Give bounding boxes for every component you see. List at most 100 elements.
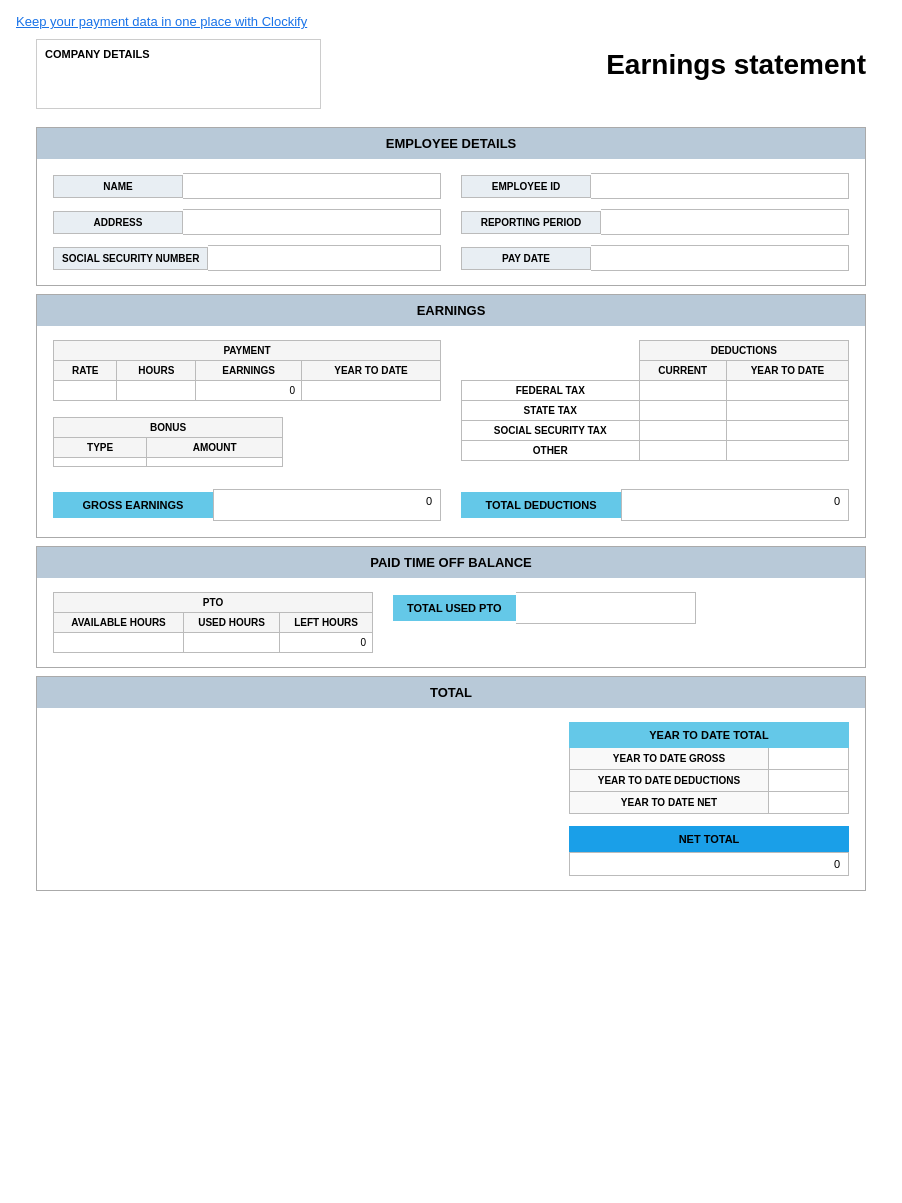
name-input[interactable] xyxy=(183,173,441,199)
deduction-federal-label: FEDERAL TAX xyxy=(462,381,640,401)
total-deductions-value: 0 xyxy=(621,489,849,521)
ytd-deductions-row: YEAR TO DATE DEDUCTIONS xyxy=(569,770,849,792)
bonus-table: BONUS TYPE AMOUNT xyxy=(53,417,283,467)
earnings-body: PAYMENT RATE HOURS EARNINGS YEAR TO DATE xyxy=(37,326,865,481)
deduction-other-current xyxy=(639,441,726,461)
ytd-total-block: YEAR TO DATE TOTAL YEAR TO DATE GROSS YE… xyxy=(569,722,849,814)
page-title: Earnings statement xyxy=(606,39,866,81)
pto-section: PAID TIME OFF BALANCE PTO AVAILABLE HOUR… xyxy=(36,546,866,668)
deduction-ss-current xyxy=(639,421,726,441)
ytd-net-row: YEAR TO DATE NET xyxy=(569,792,849,814)
clockify-link[interactable]: Keep your payment data in one place with… xyxy=(16,14,307,29)
total-used-pto-value xyxy=(516,592,696,624)
payment-table-row: 0 xyxy=(54,381,441,401)
ytd-deductions-label: YEAR TO DATE DEDUCTIONS xyxy=(569,770,769,792)
pto-left-cell: 0 xyxy=(280,633,373,653)
deductions-table-header: DEDUCTIONS xyxy=(639,341,848,361)
pto-body: PTO AVAILABLE HOURS USED HOURS LEFT HOUR… xyxy=(37,578,865,667)
deduction-other-label: OTHER xyxy=(462,441,640,461)
pto-right: TOTAL USED PTO xyxy=(393,592,849,624)
net-total-value: 0 xyxy=(569,852,849,876)
ytd-net-label: YEAR TO DATE NET xyxy=(569,792,769,814)
deductions-col-ytd: YEAR TO DATE xyxy=(726,361,848,381)
payment-hours-cell xyxy=(117,381,196,401)
earnings-right: DEDUCTIONS CURRENT YEAR TO DATE FEDERAL … xyxy=(461,340,849,467)
payment-col-rate: RATE xyxy=(54,361,117,381)
bonus-col-amount: AMOUNT xyxy=(147,438,283,458)
net-total-block: NET TOTAL 0 xyxy=(569,826,849,876)
net-total-header: NET TOTAL xyxy=(569,826,849,852)
earnings-totals-row: GROSS EARNINGS 0 TOTAL DEDUCTIONS 0 xyxy=(37,481,865,537)
payment-ytd-cell xyxy=(301,381,440,401)
bonus-table-header: BONUS xyxy=(54,418,283,438)
payment-earnings-cell: 0 xyxy=(196,381,302,401)
reporting-period-input[interactable] xyxy=(601,209,849,235)
pay-date-label: PAY DATE xyxy=(461,247,591,270)
pay-date-field-row: PAY DATE xyxy=(461,245,849,271)
deduction-other-ytd xyxy=(726,441,848,461)
deduction-other-row: OTHER xyxy=(462,441,849,461)
total-left xyxy=(53,722,569,876)
reporting-period-field-row: REPORTING PERIOD xyxy=(461,209,849,235)
total-right: YEAR TO DATE TOTAL YEAR TO DATE GROSS YE… xyxy=(569,722,849,876)
address-label: ADDRESS xyxy=(53,211,183,234)
company-box: COMPANY DETAILS xyxy=(36,39,321,109)
pto-table: PTO AVAILABLE HOURS USED HOURS LEFT HOUR… xyxy=(53,592,373,653)
deduction-federal-current xyxy=(639,381,726,401)
total-section: TOTAL YEAR TO DATE TOTAL YEAR TO DATE GR… xyxy=(36,676,866,891)
payment-col-ytd: YEAR TO DATE xyxy=(301,361,440,381)
deduction-ss-row: SOCIAL SECURITY TAX xyxy=(462,421,849,441)
total-body: YEAR TO DATE TOTAL YEAR TO DATE GROSS YE… xyxy=(37,708,865,890)
ssn-field-row: SOCIAL SECURITY NUMBER xyxy=(53,245,441,271)
bonus-col-type: TYPE xyxy=(54,438,147,458)
total-used-pto-label: TOTAL USED PTO xyxy=(393,595,516,621)
earnings-section: EARNINGS PAYMENT RATE HOURS EARNINGS YEA… xyxy=(36,294,866,538)
employee-fields-right: EMPLOYEE ID REPORTING PERIOD PAY DATE xyxy=(461,173,849,271)
earnings-section-header: EARNINGS xyxy=(37,295,865,326)
pto-total-wrapper: TOTAL USED PTO xyxy=(393,592,696,624)
deduction-state-current xyxy=(639,401,726,421)
total-deductions-wrapper: TOTAL DEDUCTIONS 0 xyxy=(461,489,849,521)
pto-left: PTO AVAILABLE HOURS USED HOURS LEFT HOUR… xyxy=(53,592,373,653)
employee-fields-left: NAME ADDRESS SOCIAL SECURITY NUMBER xyxy=(53,173,441,271)
pto-col-left: LEFT HOURS xyxy=(280,613,373,633)
pto-available-cell xyxy=(54,633,184,653)
pto-used-cell xyxy=(183,633,279,653)
pto-col-available: AVAILABLE HOURS xyxy=(54,613,184,633)
deduction-federal-ytd xyxy=(726,381,848,401)
employee-id-input[interactable] xyxy=(591,173,849,199)
ytd-net-value xyxy=(769,792,849,814)
payment-table-header: PAYMENT xyxy=(54,341,441,361)
ytd-gross-row: YEAR TO DATE GROSS xyxy=(569,748,849,770)
pto-table-header: PTO xyxy=(54,593,373,613)
bonus-type-cell xyxy=(54,458,147,467)
gross-earnings-label: GROSS EARNINGS xyxy=(53,492,213,518)
top-link-wrapper: Keep your payment data in one place with… xyxy=(0,0,902,39)
ytd-total-header: YEAR TO DATE TOTAL xyxy=(569,722,849,748)
gross-earnings-wrapper: GROSS EARNINGS 0 xyxy=(53,489,441,521)
bonus-amount-cell xyxy=(147,458,283,467)
total-deductions-label: TOTAL DEDUCTIONS xyxy=(461,492,621,518)
header-section: COMPANY DETAILS Earnings statement xyxy=(36,39,866,109)
ssn-label: SOCIAL SECURITY NUMBER xyxy=(53,247,208,270)
ssn-input[interactable] xyxy=(208,245,441,271)
bonus-table-row xyxy=(54,458,283,467)
payment-col-earnings: EARNINGS xyxy=(196,361,302,381)
gross-earnings-value: 0 xyxy=(213,489,441,521)
address-input[interactable] xyxy=(183,209,441,235)
total-section-header: TOTAL xyxy=(37,677,865,708)
deduction-state-ytd xyxy=(726,401,848,421)
deduction-state-label: STATE TAX xyxy=(462,401,640,421)
payment-rate-cell xyxy=(54,381,117,401)
pay-date-input[interactable] xyxy=(591,245,849,271)
address-field-row: ADDRESS xyxy=(53,209,441,235)
employee-id-label: EMPLOYEE ID xyxy=(461,175,591,198)
deduction-federal-row: FEDERAL TAX xyxy=(462,381,849,401)
deductions-table: DEDUCTIONS CURRENT YEAR TO DATE FEDERAL … xyxy=(461,340,849,461)
deduction-ss-label: SOCIAL SECURITY TAX xyxy=(462,421,640,441)
deduction-state-row: STATE TAX xyxy=(462,401,849,421)
deduction-ss-ytd xyxy=(726,421,848,441)
employee-grid: NAME ADDRESS SOCIAL SECURITY NUMBER EMPL… xyxy=(37,159,865,285)
employee-id-field-row: EMPLOYEE ID xyxy=(461,173,849,199)
pto-table-row: 0 xyxy=(54,633,373,653)
